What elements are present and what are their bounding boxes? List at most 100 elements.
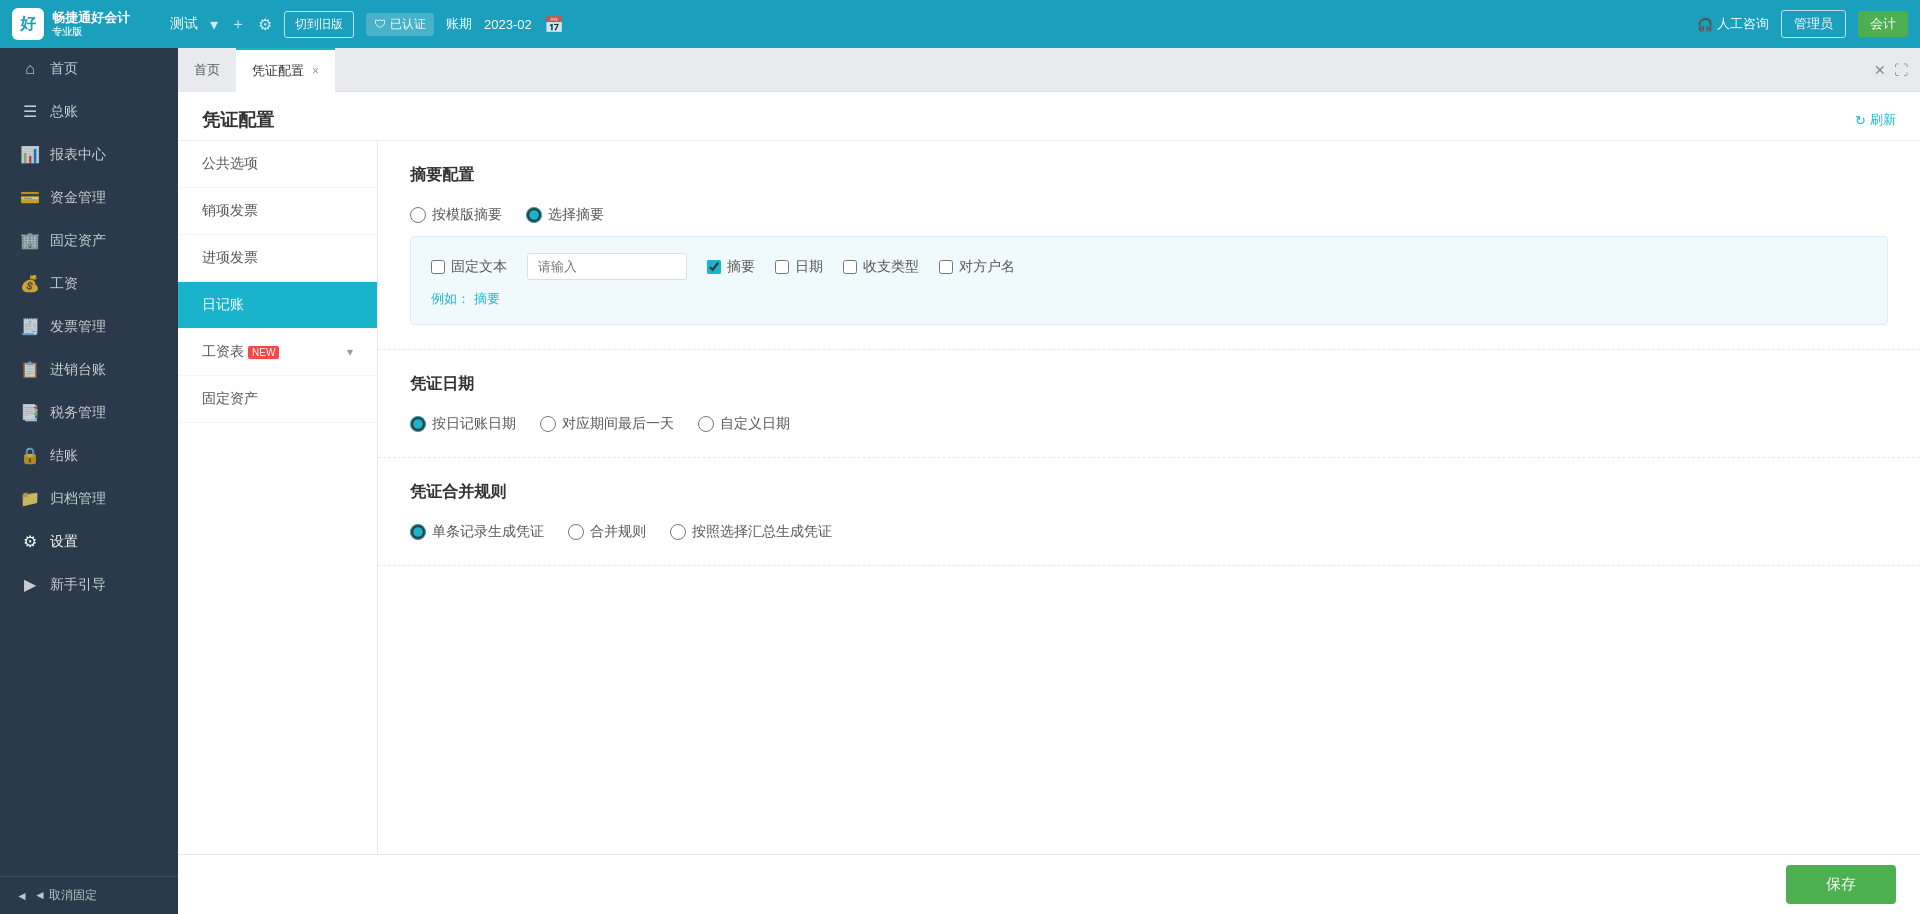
example-prefix: 例如：	[431, 291, 470, 306]
page-sidebar-item-fixed-asset[interactable]: 固定资产	[178, 376, 377, 423]
settings-nav-icon: ⚙	[20, 532, 40, 551]
role-button[interactable]: 会计	[1858, 11, 1908, 37]
home-icon: ⌂	[20, 60, 40, 78]
verified-badge: 🛡 已认证	[366, 13, 434, 36]
tab-voucher-config[interactable]: 凭证配置 ×	[236, 48, 335, 92]
page-sidebar-item-payroll-sheet[interactable]: 工资表 NEW ▾	[178, 329, 377, 376]
radio-single-record-label: 单条记录生成凭证	[432, 523, 544, 541]
sidebar-item-payroll[interactable]: 💰 工资	[0, 262, 178, 305]
radio-period-last[interactable]: 对应期间最后一天	[540, 415, 674, 433]
period-value: 2023-02	[484, 17, 532, 32]
radio-select-summary[interactable]: 选择摘要	[526, 206, 604, 224]
sidebar-item-label: 发票管理	[50, 318, 106, 336]
top-bar-middle: 测试 ▾ ＋ ⚙ 切到旧版 🛡 已认证 账期 2023-02 📅	[162, 11, 1697, 38]
fixed-text-checkbox[interactable]	[431, 260, 445, 274]
radio-custom-date-input[interactable]	[698, 416, 714, 432]
sidebar-item-invoice[interactable]: 🧾 发票管理	[0, 305, 178, 348]
radio-merge-rule-input[interactable]	[568, 524, 584, 540]
fixed-text-input[interactable]	[527, 253, 687, 280]
save-button[interactable]: 保存	[1786, 865, 1896, 904]
tab-home[interactable]: 首页	[178, 48, 236, 92]
radio-summary-generate-label: 按照选择汇总生成凭证	[692, 523, 832, 541]
sidebar-item-guide[interactable]: ▶ 新手引导	[0, 563, 178, 606]
radio-journal-date[interactable]: 按日记账日期	[410, 415, 516, 433]
radio-single-record[interactable]: 单条记录生成凭证	[410, 523, 544, 541]
top-bar: 好 畅捷通好会计 专业版 测试 ▾ ＋ ⚙ 切到旧版 🛡 已认证 账期 2023…	[0, 0, 1920, 48]
voucher-date-section: 凭证日期 按日记账日期 对应期间最后一天	[378, 350, 1920, 458]
payment-type-label: 收支类型	[863, 258, 919, 276]
counterparty-checkbox[interactable]	[939, 260, 953, 274]
radio-journal-date-input[interactable]	[410, 416, 426, 432]
radio-merge-rule[interactable]: 合并规则	[568, 523, 646, 541]
tax-icon: 📑	[20, 403, 40, 422]
counterparty-label: 对方户名	[959, 258, 1015, 276]
page-sidebar-item-journal[interactable]: 日记账	[178, 282, 377, 329]
checkbox-fixed-text[interactable]: 固定文本	[431, 258, 507, 276]
page-sidebar-item-sales-invoice[interactable]: 销项发票	[178, 188, 377, 235]
collapse-label: ◄ 取消固定	[34, 887, 97, 904]
summary-config-section: 摘要配置 按模版摘要 选择摘要	[378, 141, 1920, 350]
sidebar-item-ledger[interactable]: ☰ 总账	[0, 90, 178, 133]
refresh-icon: ↻	[1855, 113, 1866, 128]
radio-period-last-input[interactable]	[540, 416, 556, 432]
checkbox-payment-type[interactable]: 收支类型	[843, 258, 919, 276]
summary-checkbox[interactable]	[707, 260, 721, 274]
sidebar-collapse-footer[interactable]: ◄ ◄ 取消固定	[0, 876, 178, 914]
logo-line1: 畅捷通好会计	[52, 10, 130, 26]
fixed-text-label: 固定文本	[451, 258, 507, 276]
sidebar-item-asset[interactable]: 🏢 固定资产	[0, 219, 178, 262]
voucher-date-radio-group: 按日记账日期 对应期间最后一天 自定义日期	[410, 415, 1888, 433]
checkbox-counterparty[interactable]: 对方户名	[939, 258, 1015, 276]
logo-text: 畅捷通好会计 专业版	[52, 10, 130, 38]
add-icon[interactable]: ＋	[230, 14, 246, 35]
radio-template-summary[interactable]: 按模版摘要	[410, 206, 502, 224]
close-window-icon[interactable]: ✕	[1874, 62, 1886, 78]
checkbox-summary[interactable]: 摘要	[707, 258, 755, 276]
radio-summary-generate-input[interactable]	[670, 524, 686, 540]
dropdown-icon[interactable]: ▾	[210, 15, 218, 34]
page-sidebar-item-purchase-invoice[interactable]: 进项发票	[178, 235, 377, 282]
summary-radio-group: 按模版摘要 选择摘要	[410, 206, 1888, 224]
archive-icon: 📁	[20, 489, 40, 508]
settings-icon[interactable]: ⚙	[258, 15, 272, 34]
date-checkbox[interactable]	[775, 260, 789, 274]
tab-bar: 首页 凭证配置 × ✕ ⛶	[178, 48, 1920, 92]
summary-config-title: 摘要配置	[410, 165, 1888, 186]
content-area: 首页 凭证配置 × ✕ ⛶ 凭证配置 ↻ 刷新	[178, 48, 1920, 914]
radio-template-input[interactable]	[410, 207, 426, 223]
radio-single-record-input[interactable]	[410, 524, 426, 540]
radio-custom-date[interactable]: 自定义日期	[698, 415, 790, 433]
calendar-icon[interactable]: 📅	[544, 15, 564, 34]
tab-close-icon[interactable]: ×	[312, 64, 319, 78]
maximize-icon[interactable]: ⛶	[1894, 62, 1908, 78]
sidebar-item-close[interactable]: 🔒 结账	[0, 434, 178, 477]
example-value: 摘要	[474, 291, 500, 306]
page-sidebar-item-public[interactable]: 公共选项	[178, 141, 377, 188]
payment-type-checkbox[interactable]	[843, 260, 857, 274]
page-sidebar-item-label: 公共选项	[202, 155, 258, 171]
radio-journal-date-label: 按日记账日期	[432, 415, 516, 433]
company-name: 测试	[170, 15, 198, 33]
admin-button[interactable]: 管理员	[1781, 10, 1846, 38]
refresh-button[interactable]: ↻ 刷新	[1855, 111, 1896, 129]
radio-select-label: 选择摘要	[548, 206, 604, 224]
page-wrapper: 公共选项 销项发票 进项发票 日记账 工资表 NEW	[178, 141, 1920, 854]
switch-old-version-button[interactable]: 切到旧版	[284, 11, 354, 38]
sidebar-item-fund[interactable]: 💳 资金管理	[0, 176, 178, 219]
sidebar-item-tax[interactable]: 📑 税务管理	[0, 391, 178, 434]
sidebar-scroll: ⌂ 首页 ☰ 总账 📊 报表中心 💳 资金管理 🏢 固定资产	[0, 48, 178, 876]
radio-select-input[interactable]	[526, 207, 542, 223]
sidebar-item-report[interactable]: 📊 报表中心	[0, 133, 178, 176]
sidebar-item-home[interactable]: ⌂ 首页	[0, 48, 178, 90]
checkbox-date[interactable]: 日期	[775, 258, 823, 276]
sidebar-item-settings[interactable]: ⚙ 设置	[0, 520, 178, 563]
bottom-bar: 保存	[178, 854, 1920, 914]
merge-rules-title: 凭证合并规则	[410, 482, 1888, 503]
sidebar-item-label: 新手引导	[50, 576, 106, 594]
summary-config-box: 固定文本 摘要 日期	[410, 236, 1888, 325]
radio-summary-generate[interactable]: 按照选择汇总生成凭证	[670, 523, 832, 541]
guide-icon: ▶	[20, 575, 40, 594]
sidebar-item-archive[interactable]: 📁 归档管理	[0, 477, 178, 520]
support-button[interactable]: 🎧 人工咨询	[1697, 15, 1769, 33]
sidebar-item-trade[interactable]: 📋 进销台账	[0, 348, 178, 391]
